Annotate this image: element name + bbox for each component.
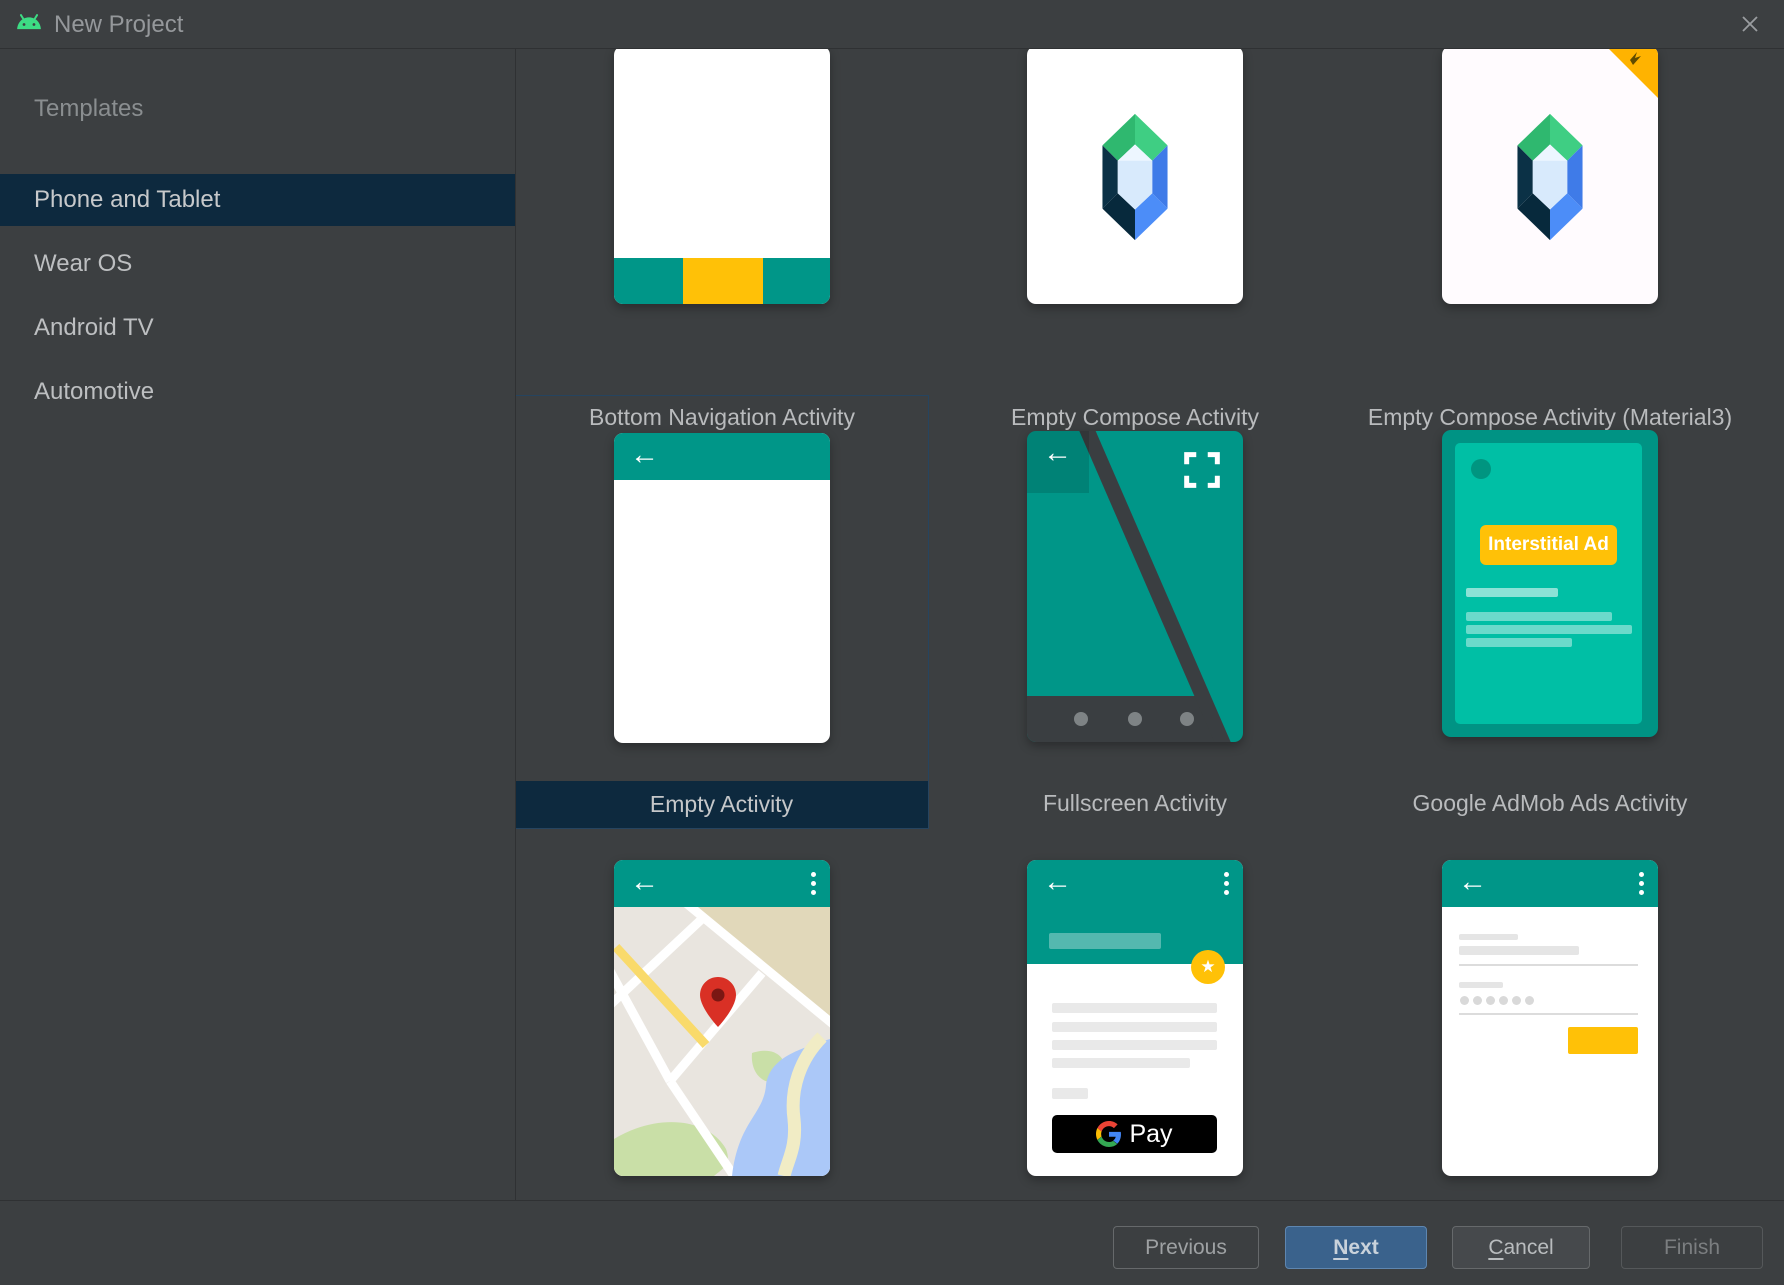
android-logo-icon [14, 13, 44, 39]
back-arrow-icon: ← [1458, 866, 1487, 899]
google-g-icon [1096, 1121, 1122, 1147]
finish-button[interactable]: Finish [1621, 1226, 1763, 1269]
previous-button[interactable]: Previous [1113, 1226, 1259, 1269]
fullscreen-icon [1179, 447, 1225, 493]
back-arrow-icon: ← [1043, 437, 1072, 470]
template-google-maps-activity[interactable]: ← [614, 860, 830, 1176]
template-empty-activity-selected[interactable]: ← Empty Activity [516, 395, 929, 829]
template-empty-compose-activity[interactable] [1027, 48, 1243, 304]
templates-sidebar: Templates Phone and Tablet Wear OS Andro… [0, 49, 516, 1200]
sidebar-item-automotive[interactable]: Automotive [0, 366, 515, 418]
template-gallery: Bottom Navigation Activity Empty Compose… [516, 48, 1784, 1200]
status-dot-icon [1471, 459, 1491, 479]
dialog-footer: Previous Next Cancel Finish [0, 1200, 1784, 1285]
title-bar: New Project [0, 0, 1784, 49]
next-button[interactable]: Next [1285, 1226, 1427, 1269]
template-empty-compose-activity-material3[interactable] [1442, 48, 1658, 304]
compose-logo-icon [1087, 110, 1183, 244]
interstitial-ad-button: Interstitial Ad [1480, 525, 1617, 565]
sidebar-item-phone-and-tablet[interactable]: Phone and Tablet [0, 174, 515, 226]
star-fab: ★ [1191, 950, 1225, 984]
back-arrow-icon: ← [630, 866, 659, 899]
selected-template-label: Empty Activity [516, 781, 928, 828]
sidebar-item-android-tv[interactable]: Android TV [0, 302, 515, 354]
sidebar-header: Templates [34, 95, 143, 123]
star-icon: ★ [1200, 957, 1215, 977]
cancel-button[interactable]: Cancel [1452, 1226, 1590, 1269]
admob-preview: Interstitial Ad [1455, 443, 1642, 724]
map-preview [614, 907, 830, 1176]
compose-logo-icon [1502, 110, 1598, 244]
template-label: Google AdMob Ads Activity [1350, 790, 1750, 817]
template-google-admob-ads-activity[interactable]: Interstitial Ad [1442, 430, 1658, 737]
overflow-menu-icon [811, 872, 816, 895]
template-bottom-navigation-activity[interactable] [614, 48, 830, 304]
template-label: Empty Compose Activity [935, 404, 1335, 431]
app-bar-preview: ← [1442, 860, 1658, 907]
title-placeholder [1049, 933, 1161, 949]
template-label: Fullscreen Activity [935, 790, 1335, 817]
app-bar-preview: ← [614, 433, 830, 480]
template-fullscreen-activity[interactable]: ← [1027, 431, 1243, 742]
overflow-menu-icon [1224, 872, 1229, 895]
window-title: New Project [54, 11, 183, 39]
template-google-pay-activity[interactable]: ← ★ Pay [1027, 860, 1243, 1176]
back-arrow-icon: ← [630, 439, 659, 472]
sidebar-item-wear-os[interactable]: Wear OS [0, 238, 515, 290]
gpay-button: Pay [1052, 1115, 1217, 1153]
back-button-area: ← [1027, 431, 1089, 493]
new-badge-glyph-icon [1624, 48, 1654, 78]
login-button-placeholder [1568, 1027, 1638, 1054]
back-arrow-icon: ← [1043, 866, 1072, 899]
password-dots [1460, 996, 1534, 1005]
app-bar-preview: ← [1027, 860, 1243, 964]
empty-activity-thumbnail: ← [614, 433, 830, 743]
template-login-activity[interactable]: ← [1442, 860, 1658, 1176]
close-button[interactable] [1734, 8, 1766, 40]
gpay-label: Pay [1129, 1120, 1172, 1149]
close-icon [1738, 12, 1762, 36]
bottom-nav-preview [614, 258, 830, 304]
template-label: Empty Compose Activity (Material3) [1350, 404, 1750, 431]
app-bar-preview: ← [614, 860, 830, 907]
overflow-menu-icon [1639, 872, 1644, 895]
